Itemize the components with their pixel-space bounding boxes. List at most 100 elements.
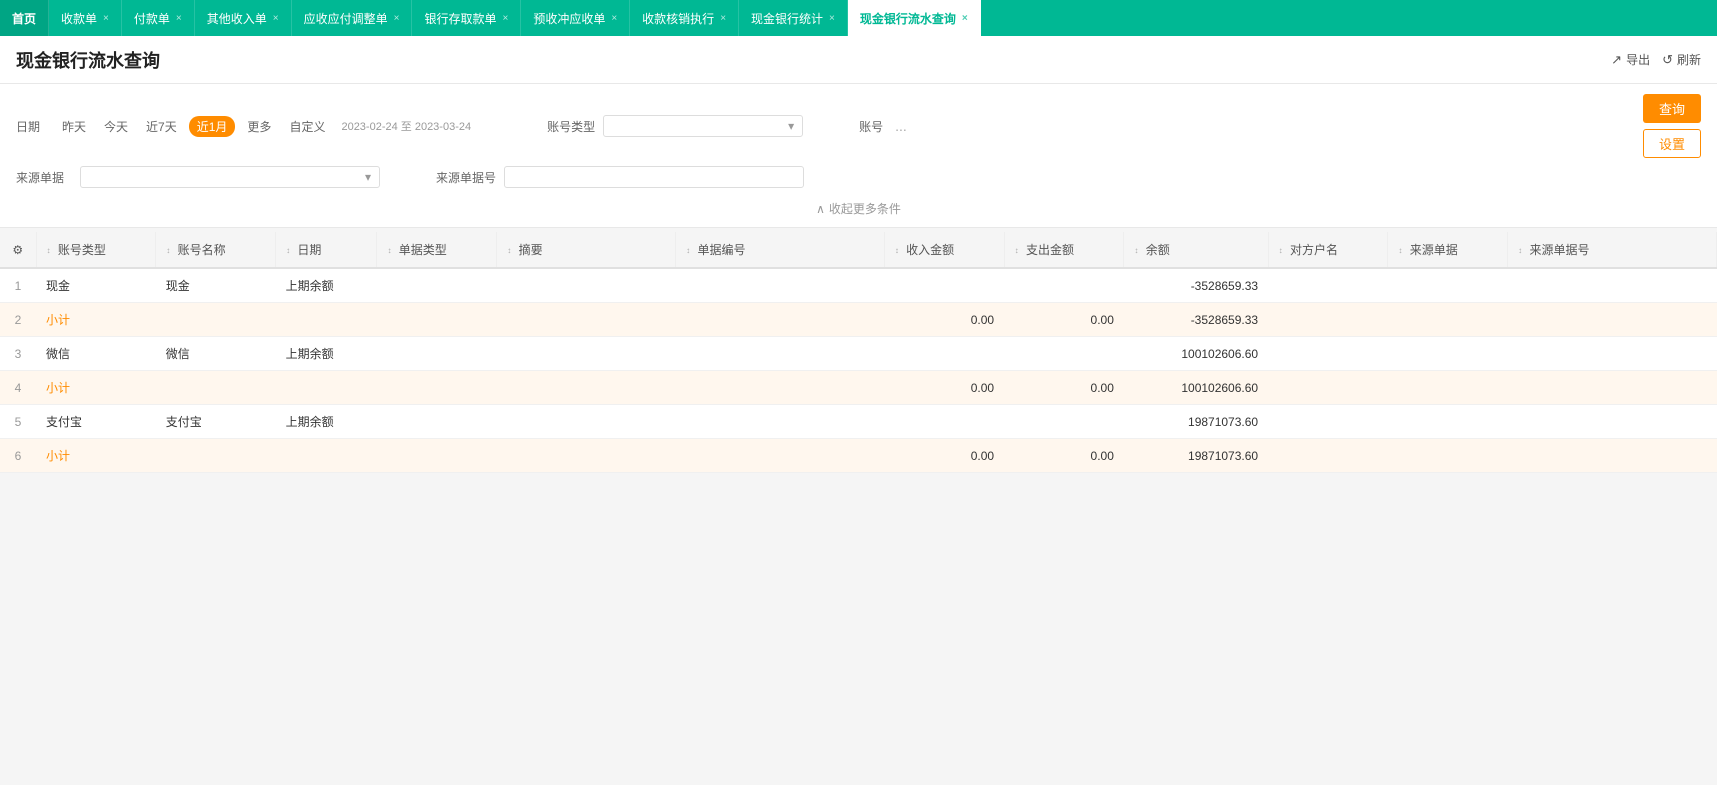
doc-type-cell	[377, 439, 497, 473]
source-doc-no-cell	[1508, 405, 1717, 439]
close-icon[interactable]: ×	[829, 13, 835, 24]
table-row[interactable]: 1现金现金上期余额-3528659.33	[0, 268, 1717, 303]
query-button[interactable]: 查询	[1643, 94, 1701, 123]
nav-item-receipts[interactable]: 收款单 ×	[49, 0, 122, 36]
sort-icon[interactable]: ↕	[507, 247, 511, 255]
account-type-select[interactable]: ▾	[603, 115, 803, 137]
th-income: ↕ 收入金额	[884, 232, 1004, 268]
sort-icon[interactable]: ↕	[47, 247, 51, 255]
date-opt-7days[interactable]: 近7天	[140, 116, 183, 137]
table-row[interactable]: 3微信微信上期余额100102606.60	[0, 337, 1717, 371]
date-range-display: 2023-02-24 至 2023-03-24	[341, 118, 471, 134]
table-row[interactable]: 4小计0.000.00100102606.60	[0, 371, 1717, 405]
summary-cell	[497, 268, 676, 303]
source-doc-no-cell	[1508, 268, 1717, 303]
nav-item-ar-adjust[interactable]: 应收应付调整单 ×	[292, 0, 413, 36]
counterpart-cell	[1268, 268, 1388, 303]
source-doc-cell	[1388, 371, 1508, 405]
balance-cell: -3528659.33	[1124, 268, 1268, 303]
sort-icon[interactable]: ↕	[1398, 247, 1402, 255]
nav-label: 现金银行统计	[751, 10, 823, 27]
source-doc-select[interactable]: ▾	[80, 166, 380, 188]
export-button[interactable]: ↗ 导出	[1611, 51, 1650, 68]
doc-no-cell	[676, 439, 885, 473]
row-number: 1	[0, 268, 36, 303]
date-opt-today[interactable]: 今天	[98, 116, 134, 137]
close-icon[interactable]: ×	[273, 13, 279, 24]
th-expense: ↕ 支出金额	[1004, 232, 1124, 268]
date-opt-1month[interactable]: 近1月	[189, 116, 236, 137]
close-icon[interactable]: ×	[103, 13, 109, 24]
balance-cell: 19871073.60	[1124, 439, 1268, 473]
nav-item-receipt-verify[interactable]: 收款核销执行 ×	[630, 0, 739, 36]
nav-item-prepay[interactable]: 预收冲应收单 ×	[521, 0, 630, 36]
expense-cell	[1004, 337, 1124, 371]
nav-label: 付款单	[134, 10, 170, 27]
account-type-cell: 支付宝	[36, 405, 156, 439]
th-balance: ↕ 余额	[1124, 232, 1268, 268]
sort-icon[interactable]: ↕	[895, 247, 899, 255]
nav-item-bank-deposit[interactable]: 银行存取款单 ×	[412, 0, 521, 36]
sort-icon[interactable]: ↕	[1134, 247, 1138, 255]
close-icon[interactable]: ×	[720, 13, 726, 24]
source-doc-cell	[1388, 268, 1508, 303]
sort-icon[interactable]: ↕	[166, 247, 170, 255]
refresh-label: 刷新	[1677, 51, 1701, 68]
doc-type-cell	[377, 405, 497, 439]
th-date: ↕ 日期	[276, 232, 377, 268]
row-number: 4	[0, 371, 36, 405]
collapse-up-icon: ∧	[816, 202, 825, 216]
source-doc-no-cell	[1508, 371, 1717, 405]
sort-icon[interactable]: ↕	[1518, 247, 1522, 255]
sort-icon[interactable]: ↕	[1015, 247, 1019, 255]
nav-label: 现金银行流水查询	[860, 10, 956, 27]
date-cell: 上期余额	[276, 268, 377, 303]
close-icon[interactable]: ×	[176, 13, 182, 24]
setting-button[interactable]: 设置	[1643, 129, 1701, 158]
table-container: ⚙ ↕ 账号类型 ↕ 账号名称 ↕ 日期 ↕ 单据类型 ↕	[0, 232, 1717, 473]
th-gear[interactable]: ⚙	[0, 232, 36, 268]
table-row[interactable]: 5支付宝支付宝上期余额19871073.60	[0, 405, 1717, 439]
close-icon[interactable]: ×	[962, 13, 968, 24]
source-doc-no-input[interactable]	[504, 166, 804, 188]
table-row[interactable]: 6小计0.000.0019871073.60	[0, 439, 1717, 473]
date-opt-custom[interactable]: 自定义	[283, 116, 331, 137]
nav-label: 收款单	[61, 10, 97, 27]
sort-icon[interactable]: ↕	[686, 247, 690, 255]
nav-home[interactable]: 首页	[0, 0, 49, 36]
nav-item-other-income[interactable]: 其他收入单 ×	[195, 0, 292, 36]
data-table: ⚙ ↕ 账号类型 ↕ 账号名称 ↕ 日期 ↕ 单据类型 ↕	[0, 232, 1717, 473]
table-row[interactable]: 2小计0.000.00-3528659.33	[0, 303, 1717, 337]
refresh-button[interactable]: ↺ 刷新	[1662, 51, 1701, 68]
date-cell	[276, 371, 377, 405]
date-opt-yesterday[interactable]: 昨天	[56, 116, 92, 137]
filter-row-2: 来源单据 ▾ 来源单据号	[16, 166, 1701, 188]
doc-type-cell	[377, 268, 497, 303]
date-options: 昨天 今天 近7天 近1月 更多 自定义 2023-02-24 至 2023-0…	[56, 116, 471, 137]
account-name-cell	[156, 303, 276, 337]
expense-cell: 0.00	[1004, 303, 1124, 337]
export-label: 导出	[1626, 51, 1650, 68]
date-opt-more[interactable]: 更多	[241, 116, 277, 137]
nav-label: 预收冲应收单	[533, 10, 605, 27]
nav-label: 银行存取款单	[424, 10, 496, 27]
sort-icon[interactable]: ↕	[286, 247, 290, 255]
balance-cell: 100102606.60	[1124, 337, 1268, 371]
nav-item-cash-flow[interactable]: 现金银行流水查询 ×	[848, 0, 981, 36]
account-name-cell	[156, 439, 276, 473]
nav-item-payments[interactable]: 付款单 ×	[122, 0, 195, 36]
nav-item-cash-stats[interactable]: 现金银行统计 ×	[739, 0, 848, 36]
account-type-cell: 现金	[36, 268, 156, 303]
sort-icon[interactable]: ↕	[1279, 247, 1283, 255]
collapse-bar[interactable]: ∧ 收起更多条件	[16, 196, 1701, 221]
th-account-name: ↕ 账号名称	[156, 232, 276, 268]
account-dots[interactable]: ...	[891, 118, 911, 134]
nav-label: 应收应付调整单	[304, 10, 388, 27]
counterpart-cell	[1268, 303, 1388, 337]
close-icon[interactable]: ×	[394, 13, 400, 24]
nav-label: 其他收入单	[207, 10, 267, 27]
close-icon[interactable]: ×	[611, 13, 617, 24]
account-type-cell: 小计	[36, 303, 156, 337]
sort-icon[interactable]: ↕	[387, 247, 391, 255]
close-icon[interactable]: ×	[502, 13, 508, 24]
